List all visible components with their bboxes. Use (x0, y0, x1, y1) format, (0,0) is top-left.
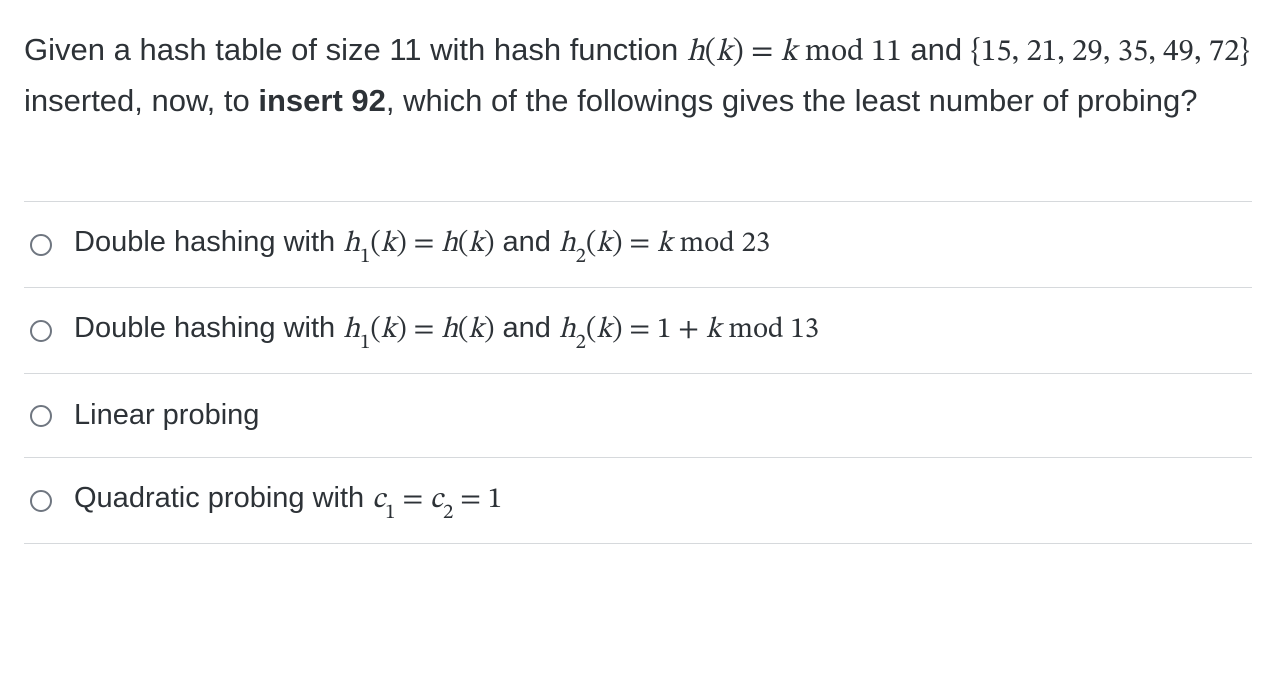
q-post: , which of the followings gives the leas… (386, 83, 1198, 118)
options-list: Double hashing with h1(k) = h(k) and h2(… (24, 201, 1252, 544)
opt3-m1: c1 = c2 = 1 (372, 485, 502, 514)
option-label: Double hashing with h1(k) = h(k) and h2(… (74, 222, 770, 267)
q-bold: insert 92 (258, 83, 386, 118)
opt2-pre: Linear probing (74, 399, 259, 431)
question-text: Given a hash table of size 11 with hash … (24, 26, 1252, 125)
opt0-mid: and (494, 226, 559, 258)
option-label: Linear probing (74, 395, 259, 436)
option-linear[interactable]: Linear probing (24, 374, 1252, 458)
option-label: Quadratic probing with c1 = c2 = 1 (74, 478, 502, 523)
q-mid1: and (902, 32, 971, 67)
option-double-hash-23[interactable]: Double hashing with h1(k) = h(k) and h2(… (24, 202, 1252, 288)
opt1-m1: h1(k) = h(k) (343, 315, 494, 344)
opt1-pre: Double hashing with (74, 312, 343, 344)
opt0-m2: h2(k) = k mod 23 (559, 229, 770, 258)
q-math-hk: h(k) = k mod 11 (687, 37, 902, 68)
option-label: Double hashing with h1(k) = h(k) and h2(… (74, 308, 819, 353)
opt1-m2: h2(k) = 1 + k mod 13 (559, 315, 819, 344)
opt3-pre: Quadratic probing with (74, 482, 372, 514)
radio-icon (30, 405, 52, 427)
q-set: {15, 21, 29, 35, 49, 72} (971, 37, 1250, 68)
opt0-pre: Double hashing with (74, 226, 343, 258)
opt0-m1: h1(k) = h(k) (343, 229, 494, 258)
radio-icon (30, 490, 52, 512)
q-mid2: inserted, now, to (24, 83, 258, 118)
option-quadratic[interactable]: Quadratic probing with c1 = c2 = 1 (24, 458, 1252, 544)
radio-icon (30, 320, 52, 342)
radio-icon (30, 234, 52, 256)
option-double-hash-13[interactable]: Double hashing with h1(k) = h(k) and h2(… (24, 288, 1252, 374)
opt1-mid: and (494, 312, 559, 344)
q-pre: Given a hash table of size 11 with hash … (24, 32, 687, 67)
